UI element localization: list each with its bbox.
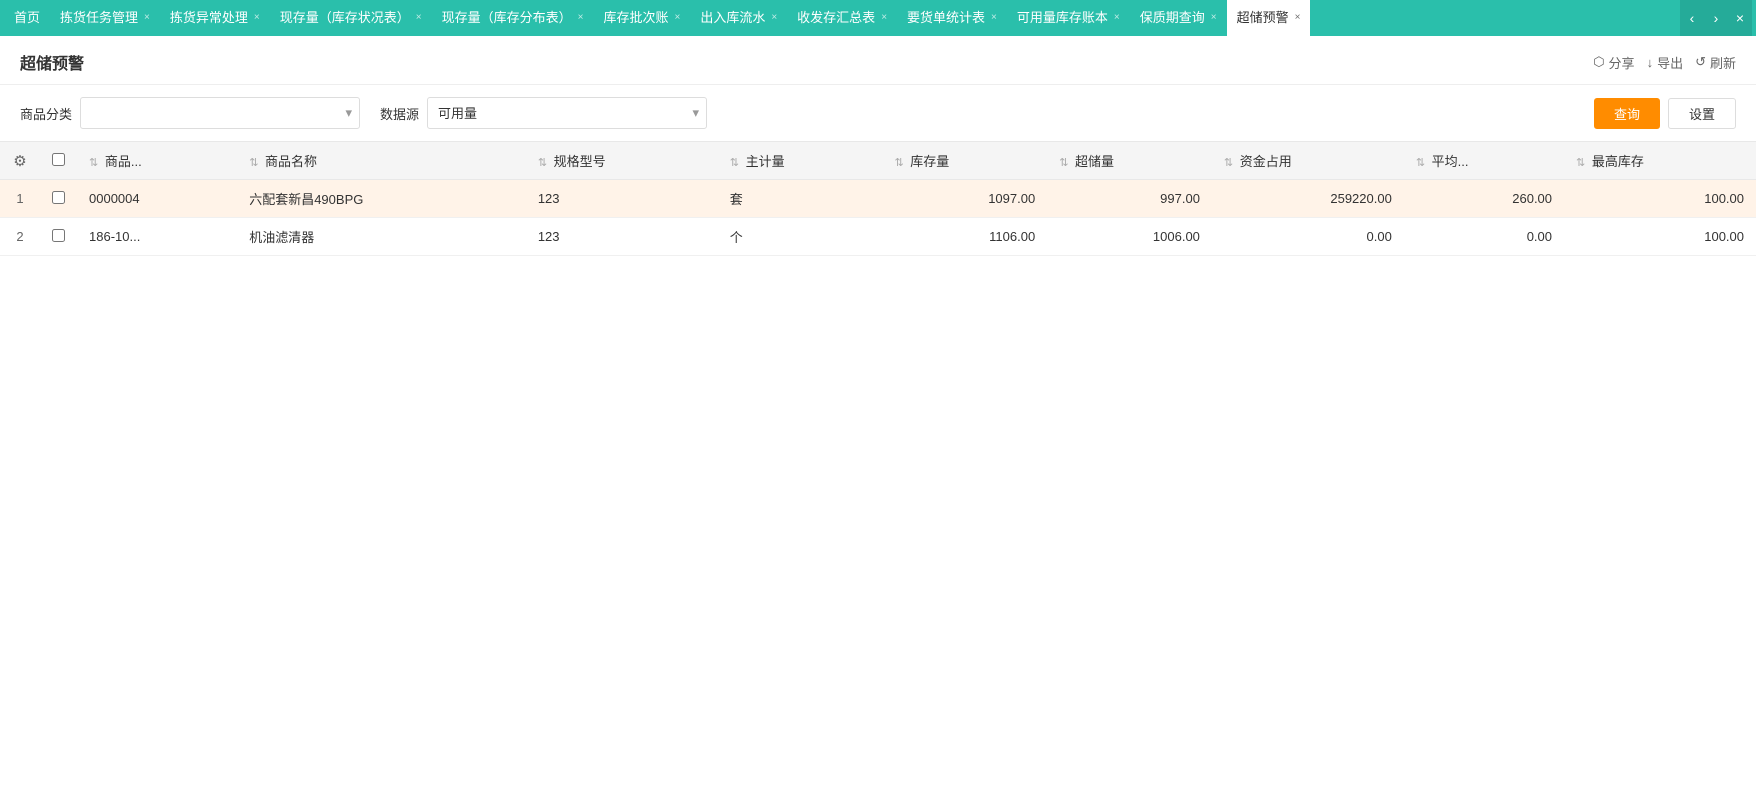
close-icon[interactable]: × [674,0,680,36]
nav-prev-arrow[interactable]: ‹ [1680,0,1704,36]
row-spec: 123 [526,218,718,256]
col-code[interactable]: 商品... [77,142,237,180]
export-button[interactable]: ↓ 导出 [1647,53,1684,72]
page-title: 超储预警 [20,50,84,74]
table-row: 2 186-10... 机油滤清器 123 个 1106.00 1006.00 … [0,218,1756,256]
datasource-label: 数据源 [380,104,419,123]
nav-item-summary[interactable]: 收发存汇总表 × [787,0,897,36]
row-avg: 0.00 [1404,218,1564,256]
close-icon[interactable]: × [144,0,150,36]
row-over: 1006.00 [1047,218,1212,256]
nav-arrows: ‹ › × [1680,0,1752,36]
row-unit: 套 [718,180,883,218]
col-avg[interactable]: 平均... [1404,142,1564,180]
main-content: 超储预警 ⬡ 分享 ↓ 导出 ↺ 刷新 商品分类 [0,36,1756,800]
close-icon[interactable]: × [881,0,887,36]
row-code: 186-10... [77,218,237,256]
datasource-select[interactable]: 可用量 库存量 [427,97,707,129]
table-row: 1 0000004 六配套新昌490BPG 123 套 1097.00 997.… [0,180,1756,218]
close-icon[interactable]: × [1211,0,1217,36]
row-name: 机油滤清器 [237,218,526,256]
nav-item-stock-status[interactable]: 现存量（库存状况表） × [270,0,432,36]
row-checkbox[interactable] [52,229,65,242]
filter-bar: 商品分类 数据源 可用量 库存量 查询 设置 [0,85,1756,141]
row-stock: 1097.00 [882,180,1047,218]
col-max[interactable]: 最高库存 [1564,142,1756,180]
query-button[interactable]: 查询 [1594,98,1660,129]
nav-item-batch[interactable]: 库存批次账 × [593,0,690,36]
close-icon[interactable]: × [578,0,584,36]
nav-next-arrow[interactable]: › [1704,0,1728,36]
table-body: 1 0000004 六配套新昌490BPG 123 套 1097.00 997.… [0,180,1756,256]
row-checkbox[interactable] [52,191,65,204]
row-stock: 1106.00 [882,218,1047,256]
settings-button[interactable]: 设置 [1668,98,1736,129]
close-icon[interactable]: × [416,0,422,36]
col-capital[interactable]: 资金占用 [1212,142,1404,180]
close-icon[interactable]: × [254,0,260,36]
row-unit: 个 [718,218,883,256]
export-icon: ↓ [1647,55,1654,70]
nav-item-overstock[interactable]: 超储预警 × [1227,0,1311,36]
row-over: 997.00 [1047,180,1212,218]
header-actions: ⬡ 分享 ↓ 导出 ↺ 刷新 [1593,53,1736,72]
page-header: 超储预警 ⬡ 分享 ↓ 导出 ↺ 刷新 [0,36,1756,85]
nav-item-quality[interactable]: 保质期查询 × [1130,0,1227,36]
category-label: 商品分类 [20,104,72,123]
col-unit[interactable]: 主计量 [718,142,883,180]
row-checkbox-cell [40,218,77,256]
refresh-icon: ↺ [1695,54,1706,70]
select-all-checkbox[interactable] [52,153,65,166]
nav-close-arrow[interactable]: × [1728,0,1752,36]
row-capital: 259220.00 [1212,180,1404,218]
datasource-select-wrapper: 可用量 库存量 [427,97,707,129]
row-checkbox-cell [40,180,77,218]
col-gear: ⚙ [0,142,40,180]
row-name: 六配套新昌490BPG [237,180,526,218]
share-button[interactable]: ⬡ 分享 [1593,53,1634,72]
nav-item-home[interactable]: 首页 [4,0,50,36]
row-num: 2 [0,218,40,256]
data-table: ⚙ 商品... 商品名称 规格型号 主计量 [0,141,1756,256]
row-avg: 260.00 [1404,180,1564,218]
nav-item-demand[interactable]: 要货单统计表 × [897,0,1007,36]
close-icon[interactable]: × [991,0,997,36]
category-filter: 商品分类 [20,97,360,129]
top-nav-bar: 首页 拣货任务管理 × 拣货异常处理 × 现存量（库存状况表） × 现存量（库存… [0,0,1756,36]
gear-icon[interactable]: ⚙ [13,153,26,170]
nav-item-task[interactable]: 拣货任务管理 × [50,0,160,36]
refresh-button[interactable]: ↺ 刷新 [1695,53,1736,72]
row-max: 100.00 [1564,218,1756,256]
datasource-filter: 数据源 可用量 库存量 [380,97,707,129]
nav-item-stock-dist[interactable]: 现存量（库存分布表） × [432,0,594,36]
row-max: 100.00 [1564,180,1756,218]
row-capital: 0.00 [1212,218,1404,256]
close-icon[interactable]: × [1295,0,1301,36]
nav-item-flow[interactable]: 出入库流水 × [690,0,787,36]
col-select-all [40,142,77,180]
nav-item-abnormal[interactable]: 拣货异常处理 × [160,0,270,36]
close-icon[interactable]: × [1114,0,1120,36]
col-stock[interactable]: 库存量 [882,142,1047,180]
col-name[interactable]: 商品名称 [237,142,526,180]
nav-item-available[interactable]: 可用量库存账本 × [1007,0,1130,36]
table-header-row: ⚙ 商品... 商品名称 规格型号 主计量 [0,142,1756,180]
col-over[interactable]: 超储量 [1047,142,1212,180]
share-icon: ⬡ [1593,54,1604,70]
close-icon[interactable]: × [771,0,777,36]
row-num: 1 [0,180,40,218]
category-select-wrapper [80,97,360,129]
row-code: 0000004 [77,180,237,218]
action-buttons: 查询 设置 [1594,98,1736,129]
row-spec: 123 [526,180,718,218]
table-wrapper: ⚙ 商品... 商品名称 规格型号 主计量 [0,141,1756,256]
col-spec[interactable]: 规格型号 [526,142,718,180]
category-select[interactable] [80,97,360,129]
